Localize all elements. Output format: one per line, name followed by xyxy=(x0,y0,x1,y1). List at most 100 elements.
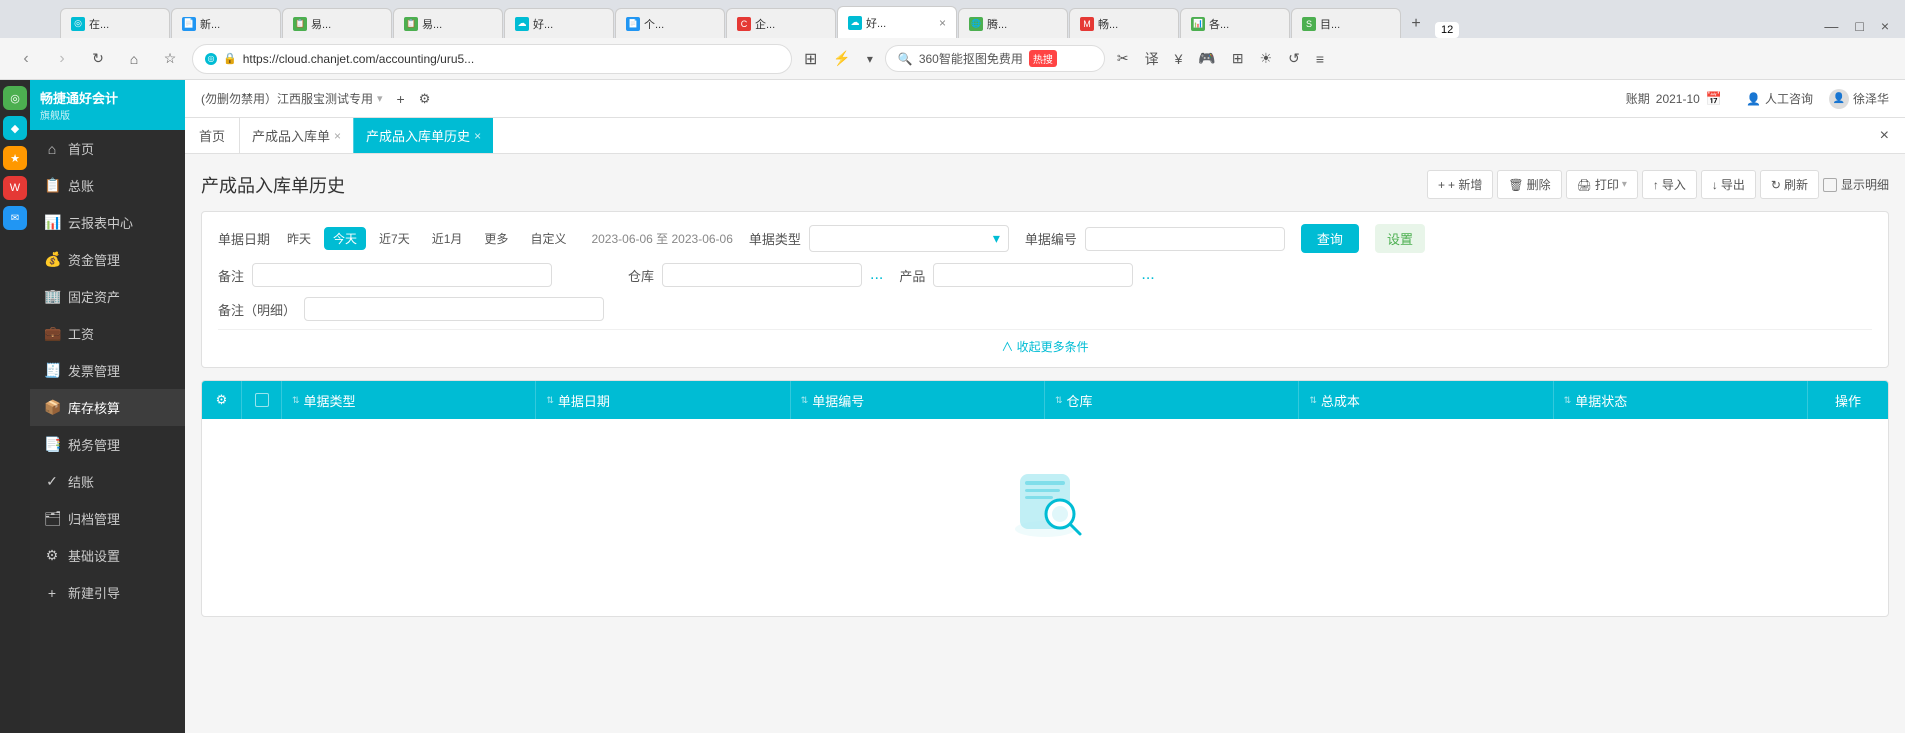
sidebar-item-assets[interactable]: 🏢 固定资产 xyxy=(30,278,185,315)
date-btn-1month[interactable]: 近1月 xyxy=(423,227,472,250)
app-icon-2[interactable]: ◆ xyxy=(3,116,27,140)
type-select[interactable]: ▾ xyxy=(809,225,1009,252)
breadcrumb-tab-list[interactable]: 产成品入库单 × xyxy=(239,118,353,153)
export-button[interactable]: ↓ 导出 xyxy=(1701,170,1756,199)
th-type[interactable]: ⇅ 单据类型 xyxy=(282,381,536,419)
breadcrumb-list-close[interactable]: × xyxy=(334,129,341,143)
th-warehouse[interactable]: ⇅ 仓库 xyxy=(1045,381,1299,419)
tab-3[interactable]: 📋 易... xyxy=(282,8,392,38)
app-icon-5[interactable]: ✉ xyxy=(3,206,27,230)
breadcrumb-home[interactable]: 首页 xyxy=(185,118,239,153)
tab-8-active[interactable]: ☁ 好... × xyxy=(837,6,957,38)
show-detail-toggle[interactable]: 显示明细 xyxy=(1823,176,1889,193)
maximize-button[interactable]: □ xyxy=(1847,14,1871,38)
th-type-sort-icon: ⇅ xyxy=(292,395,300,406)
company-selector[interactable]: (勿删勿禁用）江西服宝测试专用 ▾ xyxy=(201,90,383,107)
grid-icon[interactable]: ⊞ xyxy=(1228,46,1248,71)
num-filter-input[interactable] xyxy=(1085,227,1285,251)
nav-home-button[interactable]: ⌂ xyxy=(120,45,148,73)
sidebar-item-tax[interactable]: 📑 税务管理 xyxy=(30,426,185,463)
app-icon-1[interactable]: ◎ xyxy=(3,86,27,110)
th-num[interactable]: ⇅ 单据编号 xyxy=(791,381,1045,419)
panel-close-button[interactable]: × xyxy=(1864,119,1905,153)
sun-icon[interactable]: ☀ xyxy=(1256,46,1277,71)
nav-bookmark-button[interactable]: ☆ xyxy=(156,45,184,73)
header-checkbox[interactable] xyxy=(255,393,269,407)
date-btn-custom[interactable]: 自定义 xyxy=(521,227,575,250)
nav-refresh-button[interactable]: ↻ xyxy=(84,45,112,73)
breadcrumb-tab-history[interactable]: 产成品入库单历史 × xyxy=(353,118,493,153)
browser-grid-icon[interactable]: ⊞ xyxy=(800,45,821,73)
browser-flash-icon[interactable]: ⚡ xyxy=(829,46,854,71)
tab-10[interactable]: M 畅... xyxy=(1069,8,1179,38)
import-button[interactable]: ↑ 导入 xyxy=(1642,170,1697,199)
calendar-icon[interactable]: 📅 xyxy=(1706,91,1722,107)
new-tab-button[interactable]: + xyxy=(1402,10,1430,38)
browser-dropdown-icon[interactable]: ▾ xyxy=(863,48,877,70)
add-button[interactable]: + + 新增 xyxy=(1427,170,1493,199)
currency-icon[interactable]: ¥ xyxy=(1171,47,1187,71)
sidebar-item-guide[interactable]: + 新建引导 xyxy=(30,574,185,611)
delete-button[interactable]: 🗑 删除 xyxy=(1497,170,1561,199)
warehouse-filter-input[interactable] xyxy=(662,263,862,287)
th-check[interactable] xyxy=(242,381,282,419)
product-filter-input[interactable] xyxy=(933,263,1133,287)
query-button[interactable]: 查询 xyxy=(1301,224,1359,253)
collapse-button[interactable]: ∧ 收起更多条件 xyxy=(218,329,1872,355)
translate-icon[interactable]: 译 xyxy=(1141,45,1163,73)
url-bar[interactable]: ◎ 🔒 https://cloud.chanjet.com/accounting… xyxy=(192,44,792,74)
date-btn-yesterday[interactable]: 昨天 xyxy=(278,227,320,250)
search-bar[interactable]: 🔍 360智能抠图免费用 热搜 xyxy=(885,45,1105,72)
tab-5[interactable]: ☁ 好... xyxy=(504,8,614,38)
tab-11[interactable]: 📊 各... xyxy=(1180,8,1290,38)
sidebar-item-archive[interactable]: 🗂 归档管理 xyxy=(30,500,185,537)
product-dots-button[interactable]: ... xyxy=(1141,266,1154,284)
sidebar-item-funds[interactable]: 💰 资金管理 xyxy=(30,241,185,278)
sidebar-item-settings[interactable]: ⚙ 基础设置 xyxy=(30,537,185,574)
setting-button[interactable]: 设置 xyxy=(1375,224,1425,253)
date-btn-today[interactable]: 今天 xyxy=(324,227,366,250)
close-window-button[interactable]: × xyxy=(1873,14,1897,38)
note-detail-filter-input[interactable] xyxy=(304,297,604,321)
sidebar-item-invoice[interactable]: 🧾 发票管理 xyxy=(30,352,185,389)
note-filter-input[interactable] xyxy=(252,263,552,287)
tab-8-close[interactable]: × xyxy=(939,16,946,30)
sidebar-item-inventory[interactable]: 📦 库存核算 xyxy=(30,389,185,426)
user-avatar[interactable]: 👤 徐泽华 xyxy=(1829,89,1889,109)
tab-4[interactable]: 📋 易... xyxy=(393,8,503,38)
tab-12[interactable]: S 目... xyxy=(1291,8,1401,38)
th-cost[interactable]: ⇅ 总成本 xyxy=(1299,381,1553,419)
sidebar-item-home[interactable]: ⌂ 首页 xyxy=(30,130,185,167)
scissors-icon[interactable]: ✂ xyxy=(1113,46,1133,71)
checkbox-show-detail[interactable] xyxy=(1823,178,1837,192)
minimize-button[interactable]: — xyxy=(1816,14,1846,38)
sidebar-item-reports[interactable]: 📊 云报表中心 xyxy=(30,204,185,241)
add-company-button[interactable]: + xyxy=(391,89,411,109)
refresh-button[interactable]: ↻ 刷新 xyxy=(1760,170,1819,199)
company-settings-button[interactable]: ⚙ xyxy=(419,91,431,107)
sidebar-item-salary[interactable]: 💼 工资 xyxy=(30,315,185,352)
nav-forward-button[interactable]: › xyxy=(48,45,76,73)
app-icon-4[interactable]: W xyxy=(3,176,27,200)
sidebar-item-closing[interactable]: ✓ 结账 xyxy=(30,463,185,500)
undo-icon[interactable]: ↺ xyxy=(1284,46,1304,71)
th-gear[interactable]: ⚙ xyxy=(202,381,242,419)
tab-6[interactable]: 📄 个... xyxy=(615,8,725,38)
app-icon-3[interactable]: ★ xyxy=(3,146,27,170)
more-icon[interactable]: ≡ xyxy=(1312,47,1328,71)
breadcrumb-history-close[interactable]: × xyxy=(474,129,481,143)
th-date[interactable]: ⇅ 单据日期 xyxy=(536,381,790,419)
tab-1[interactable]: ◎ 在... xyxy=(60,8,170,38)
tab-9[interactable]: 🌐 腾... xyxy=(958,8,1068,38)
date-btn-more[interactable]: 更多 xyxy=(475,227,517,250)
date-btn-7days[interactable]: 近7天 xyxy=(370,227,419,250)
game-icon[interactable]: 🎮 xyxy=(1194,46,1219,71)
tab-7[interactable]: C 企... xyxy=(726,8,836,38)
sidebar-item-ledger[interactable]: 📋 总账 xyxy=(30,167,185,204)
print-button[interactable]: 🖨 打印 ▾ xyxy=(1566,170,1638,199)
th-status[interactable]: ⇅ 单据状态 xyxy=(1554,381,1808,419)
nav-back-button[interactable]: ‹ xyxy=(12,45,40,73)
warehouse-dots-button[interactable]: ... xyxy=(870,266,883,284)
tab-2[interactable]: 📄 新... xyxy=(171,8,281,38)
user-service-button[interactable]: 👤 人工咨询 xyxy=(1746,90,1813,107)
